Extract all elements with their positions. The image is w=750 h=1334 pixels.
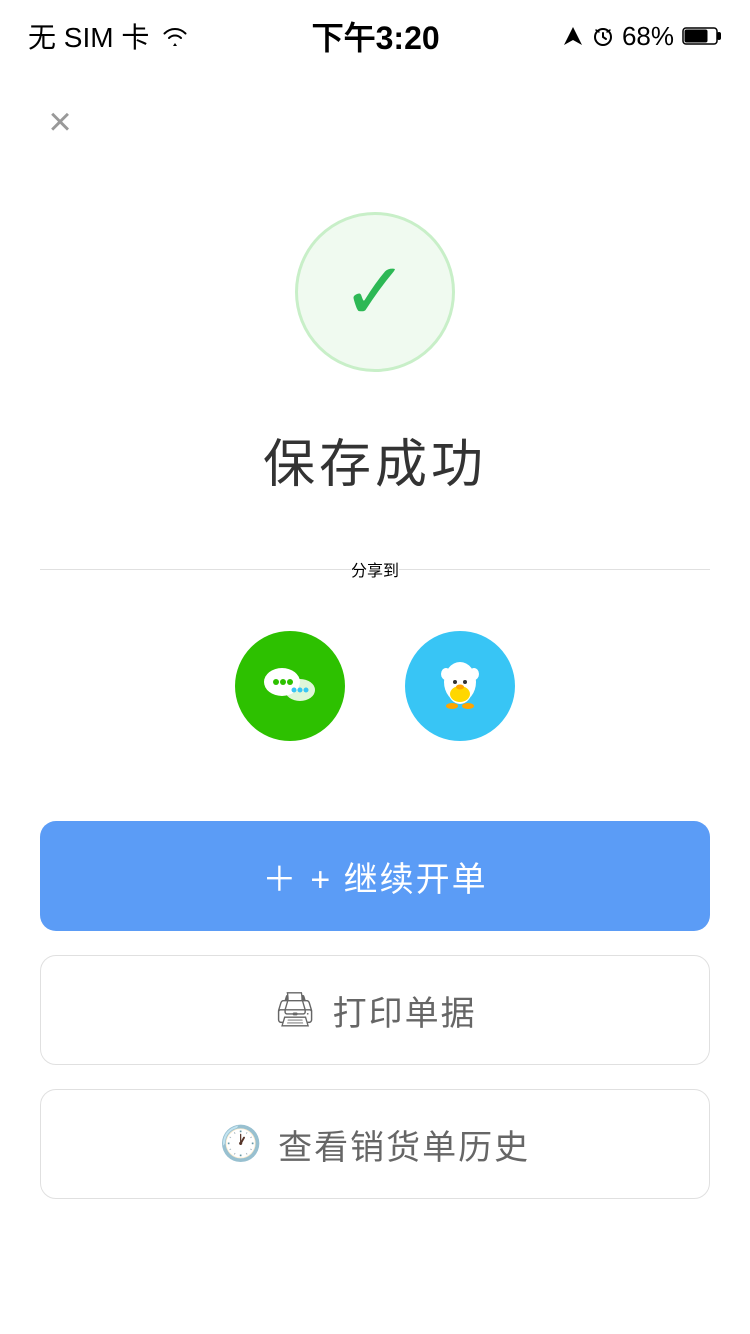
wifi-icon xyxy=(161,25,189,47)
success-circle: ✓ xyxy=(295,212,455,372)
share-icons xyxy=(40,631,710,741)
print-label: 打印单据 xyxy=(333,986,477,1035)
action-buttons: ＋ + 继续开单 🖨 打印单据 🕐 查看销货单历史 xyxy=(40,821,710,1199)
close-button[interactable]: × xyxy=(30,92,90,152)
success-title: 保存成功 xyxy=(263,422,487,497)
print-button[interactable]: 🖨 打印单据 xyxy=(40,955,710,1065)
share-label: 分享到 xyxy=(351,557,399,581)
share-divider: 分享到 xyxy=(40,557,710,581)
checkmark-icon: ✓ xyxy=(341,252,408,332)
qq-icon xyxy=(428,654,492,718)
continue-icon: ＋ xyxy=(262,852,298,901)
battery-icon xyxy=(682,25,722,47)
qq-share-button[interactable] xyxy=(405,631,515,741)
history-icon: 🕐 xyxy=(220,1124,264,1164)
continue-button[interactable]: ＋ + 继续开单 xyxy=(40,821,710,931)
no-sim-text: 无 SIM 卡 xyxy=(28,16,149,56)
history-button[interactable]: 🕐 查看销货单历史 xyxy=(40,1089,710,1199)
status-bar: 无 SIM 卡 下午3:20 68% xyxy=(0,0,750,72)
alarm-icon xyxy=(592,25,614,47)
continue-label: + 继续开单 xyxy=(310,852,487,901)
wechat-share-button[interactable] xyxy=(235,631,345,741)
wechat-icon xyxy=(256,652,324,720)
close-icon: × xyxy=(48,102,71,142)
status-left: 无 SIM 卡 xyxy=(28,16,189,56)
battery-text: 68% xyxy=(622,21,674,52)
history-label: 查看销货单历史 xyxy=(278,1120,530,1169)
share-section: 分享到 xyxy=(40,557,710,741)
print-icon: 🖨 xyxy=(273,990,318,1030)
status-right: 68% xyxy=(562,21,722,52)
location-icon xyxy=(562,25,584,47)
main-content: ✓ 保存成功 分享到 xyxy=(0,152,750,1334)
status-time: 下午3:20 xyxy=(312,13,440,59)
